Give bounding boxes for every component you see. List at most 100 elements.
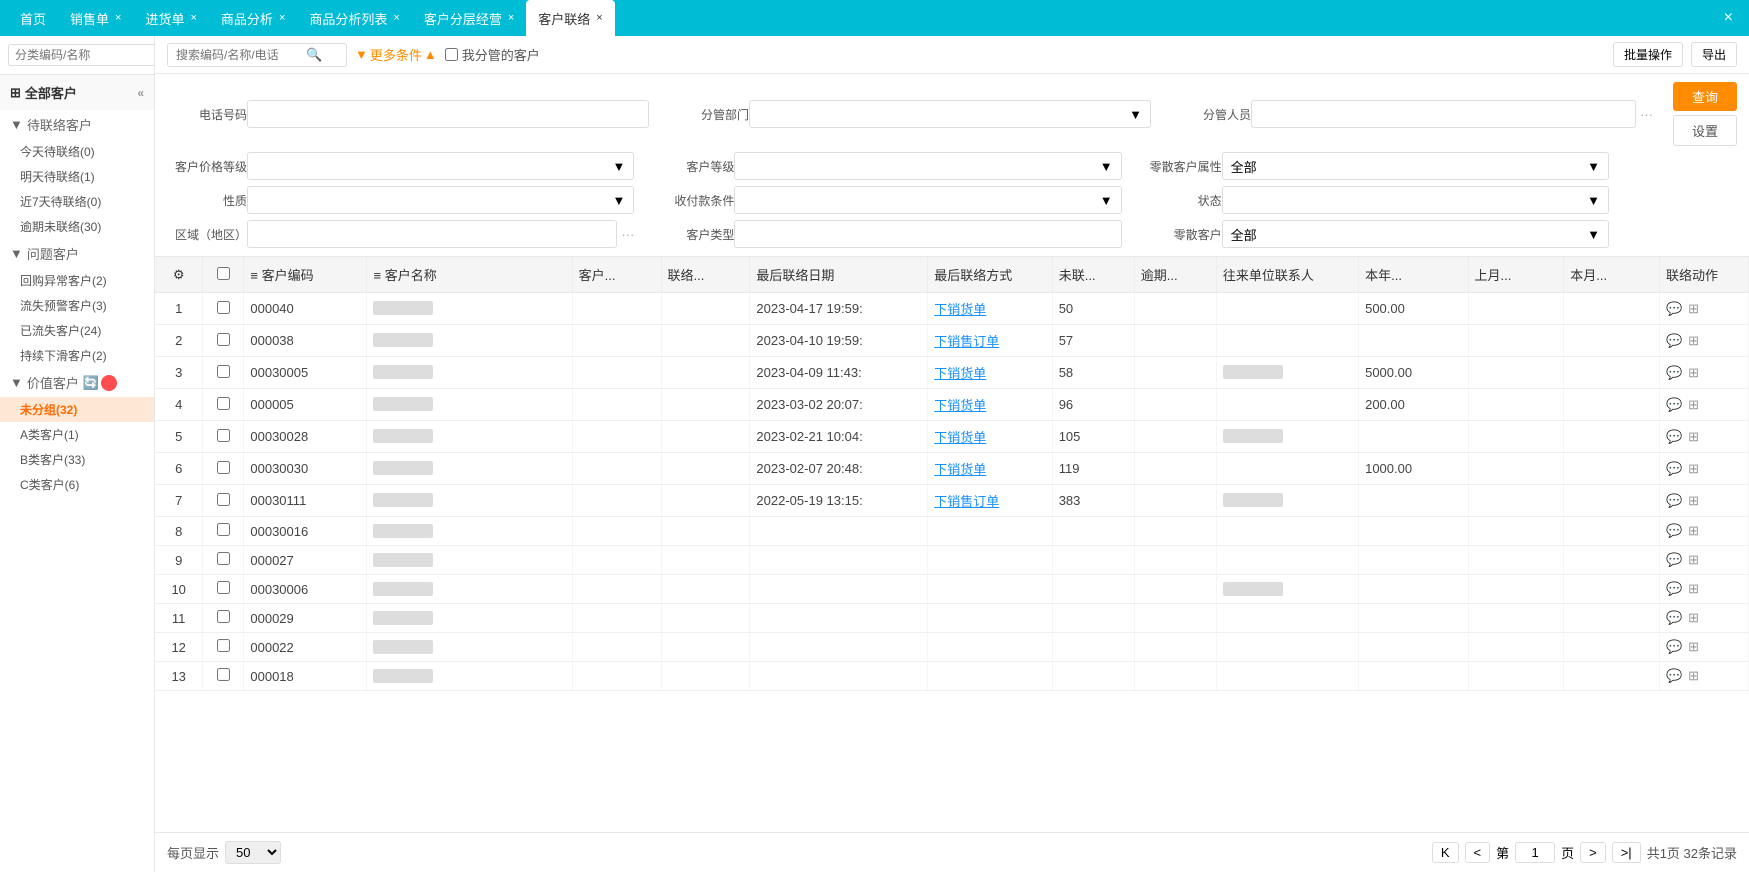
- nav-tab-customer-contact[interactable]: 客户联络 ×: [526, 0, 614, 36]
- last-way-link[interactable]: 下销售订单: [934, 494, 999, 509]
- row-checkbox[interactable]: [217, 552, 230, 565]
- sidebar-group-value[interactable]: ▼ 价值客户 🔄: [0, 368, 154, 397]
- sidebar-collapse-icon[interactable]: «: [137, 86, 144, 100]
- grid-action-icon[interactable]: ⊞: [1688, 397, 1699, 413]
- first-page-button[interactable]: K: [1432, 842, 1459, 863]
- cell-last-way[interactable]: 下销货单: [928, 357, 1052, 389]
- comment-icon[interactable]: 💬: [1666, 493, 1682, 509]
- row-checkbox[interactable]: [217, 461, 230, 474]
- row-checkbox[interactable]: [217, 639, 230, 652]
- th-this-year[interactable]: 本年...: [1359, 257, 1468, 293]
- sidebar-group-pending[interactable]: ▼ 待联络客户: [0, 110, 154, 139]
- cell-check[interactable]: [203, 389, 244, 421]
- row-checkbox[interactable]: [217, 333, 230, 346]
- sidebar-all-customers[interactable]: ⊞ 全部客户 «: [0, 75, 154, 110]
- th-name[interactable]: ≡ 客户名称: [367, 257, 572, 293]
- nav-tab-product-analysis[interactable]: 商品分析 ×: [209, 0, 297, 36]
- grid-action-icon[interactable]: ⊞: [1688, 301, 1699, 317]
- th-code[interactable]: ≡ 客户编码: [244, 257, 367, 293]
- row-checkbox[interactable]: [217, 365, 230, 378]
- prev-page-button[interactable]: <: [1465, 842, 1491, 863]
- comment-icon[interactable]: 💬: [1666, 581, 1682, 597]
- nav-tab-sales[interactable]: 销售单 ×: [58, 0, 133, 36]
- grid-action-icon[interactable]: ⊞: [1688, 429, 1699, 445]
- settings-gear-icon[interactable]: ⚙: [173, 267, 185, 282]
- close-segment-tab[interactable]: ×: [508, 12, 514, 24]
- grid-action-icon[interactable]: ⊞: [1688, 333, 1699, 349]
- sidebar-item-overdue-pending[interactable]: 逾期未联络(30): [0, 214, 154, 239]
- comment-icon[interactable]: 💬: [1666, 552, 1682, 568]
- query-button[interactable]: 查询: [1673, 82, 1737, 111]
- sidebar-item-lost[interactable]: 已流失客户(24): [0, 318, 154, 343]
- cell-check[interactable]: [203, 293, 244, 325]
- th-uncontact[interactable]: 未联...: [1052, 257, 1134, 293]
- sidebar-search-input[interactable]: [8, 44, 155, 66]
- cell-check[interactable]: [203, 421, 244, 453]
- last-way-link[interactable]: 下销货单: [934, 398, 986, 413]
- grid-action-icon[interactable]: ⊞: [1688, 365, 1699, 381]
- cell-check[interactable]: [203, 325, 244, 357]
- grid-action-icon[interactable]: ⊞: [1688, 461, 1699, 477]
- row-checkbox[interactable]: [217, 493, 230, 506]
- th-this-month[interactable]: 本月...: [1564, 257, 1660, 293]
- cell-check[interactable]: [203, 633, 244, 662]
- comment-icon[interactable]: 💬: [1666, 461, 1682, 477]
- cell-check[interactable]: [203, 604, 244, 633]
- sidebar-item-tomorrow-pending[interactable]: 明天待联络(1): [0, 164, 154, 189]
- cell-last-way[interactable]: 下销货单: [928, 421, 1052, 453]
- comment-icon[interactable]: 💬: [1666, 397, 1682, 413]
- nature-select[interactable]: ▼: [247, 186, 634, 214]
- phone-input[interactable]: [247, 100, 649, 128]
- scatter-attr-select[interactable]: 全部 ▼: [1222, 152, 1609, 180]
- comment-icon[interactable]: 💬: [1666, 301, 1682, 317]
- row-checkbox[interactable]: [217, 668, 230, 681]
- status-select[interactable]: ▼: [1222, 186, 1609, 214]
- last-way-link[interactable]: 下销货单: [934, 430, 986, 445]
- th-overdue[interactable]: 逾期...: [1134, 257, 1216, 293]
- next-page-button[interactable]: >: [1580, 842, 1606, 863]
- grid-action-icon[interactable]: ⊞: [1688, 581, 1699, 597]
- last-way-link[interactable]: 下销售订单: [934, 334, 999, 349]
- sidebar-item-today-pending[interactable]: 今天待联络(0): [0, 139, 154, 164]
- row-checkbox[interactable]: [217, 610, 230, 623]
- grid-action-icon[interactable]: ⊞: [1688, 639, 1699, 655]
- sidebar-item-b-class[interactable]: B类客户(33): [0, 447, 154, 472]
- region-input[interactable]: [247, 220, 617, 248]
- nav-home[interactable]: 首页: [8, 9, 58, 28]
- price-level-select[interactable]: ▼: [247, 152, 634, 180]
- sidebar-item-abnormal[interactable]: 回购异常客户(2): [0, 268, 154, 293]
- th-contact[interactable]: 联络...: [661, 257, 750, 293]
- grid-action-icon[interactable]: ⊞: [1688, 523, 1699, 539]
- last-way-link[interactable]: 下销货单: [934, 366, 986, 381]
- close-product-tab[interactable]: ×: [279, 12, 285, 24]
- last-page-button[interactable]: >|: [1612, 842, 1641, 863]
- cell-check[interactable]: [203, 662, 244, 691]
- close-sales-tab[interactable]: ×: [115, 12, 121, 24]
- comment-icon[interactable]: 💬: [1666, 333, 1682, 349]
- th-last-way[interactable]: 最后联络方式: [928, 257, 1052, 293]
- comment-icon[interactable]: 💬: [1666, 639, 1682, 655]
- close-contact-tab[interactable]: ×: [596, 12, 602, 24]
- dots-icon[interactable]: ···: [1640, 107, 1653, 122]
- row-checkbox[interactable]: [217, 301, 230, 314]
- sidebar-item-warning[interactable]: 流失预警客户(3): [0, 293, 154, 318]
- refresh-icon[interactable]: 🔄: [83, 375, 99, 391]
- staff-input[interactable]: [1251, 100, 1636, 128]
- nav-tab-product-list[interactable]: 商品分析列表 ×: [297, 0, 411, 36]
- my-customers-checkbox[interactable]: [445, 48, 458, 61]
- cell-check[interactable]: [203, 517, 244, 546]
- close-purchase-tab[interactable]: ×: [190, 12, 196, 24]
- cell-check[interactable]: [203, 357, 244, 389]
- per-page-select[interactable]: 50 100 200: [225, 841, 281, 864]
- th-associate[interactable]: 往来单位联系人: [1216, 257, 1358, 293]
- nav-tab-purchase[interactable]: 进货单 ×: [133, 0, 208, 36]
- comment-icon[interactable]: 💬: [1666, 668, 1682, 684]
- grid-action-icon[interactable]: ⊞: [1688, 493, 1699, 509]
- last-way-link[interactable]: 下销货单: [934, 462, 986, 477]
- cell-last-way[interactable]: 下销售订单: [928, 325, 1052, 357]
- sidebar-item-a-class[interactable]: A类客户(1): [0, 422, 154, 447]
- sidebar-item-week-pending[interactable]: 近7天待联络(0): [0, 189, 154, 214]
- last-way-link[interactable]: 下销货单: [934, 302, 986, 317]
- grid-action-icon[interactable]: ⊞: [1688, 552, 1699, 568]
- cell-check[interactable]: [203, 546, 244, 575]
